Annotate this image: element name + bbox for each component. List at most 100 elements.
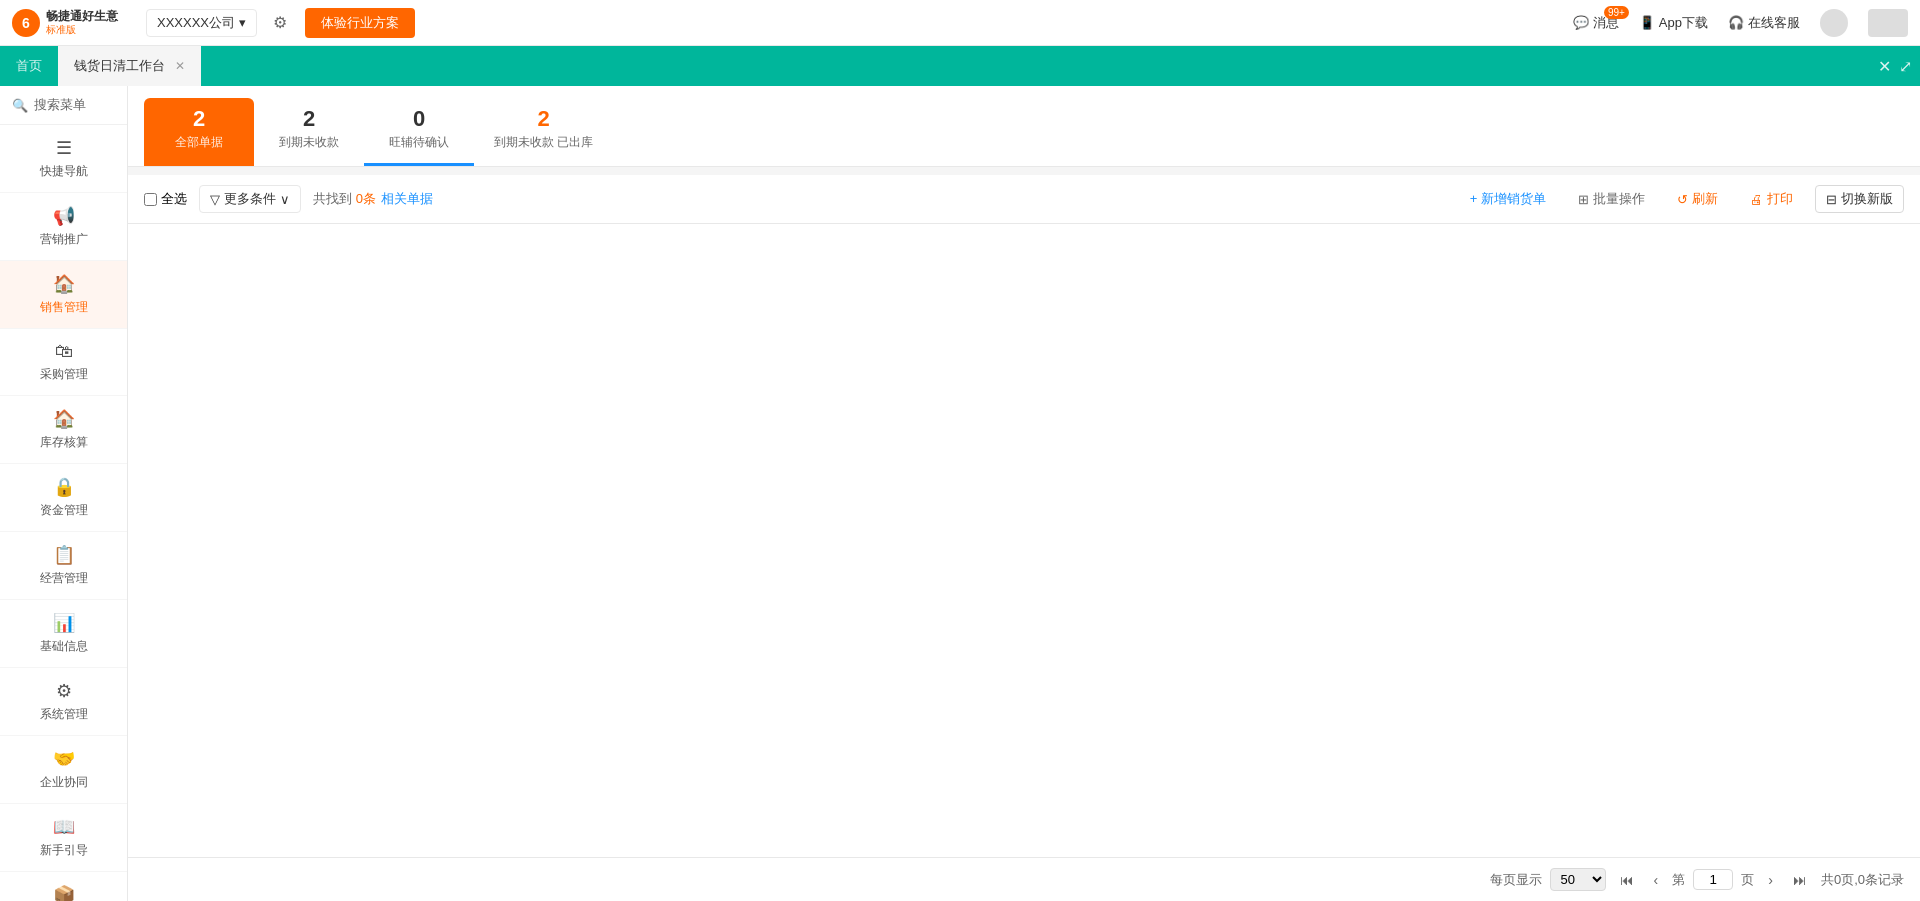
- stat-tab-overdue[interactable]: 2 到期未收款: [254, 98, 364, 166]
- system-icon: ⚙: [56, 680, 72, 702]
- sidebar-item-finance[interactable]: 🔒 资金管理: [0, 464, 127, 532]
- page-total: 共0页,0条记录: [1821, 871, 1904, 889]
- select-all-checkbox[interactable]: 全选: [144, 190, 187, 208]
- purchase-label: 采购管理: [40, 366, 88, 383]
- message-badge: 99+: [1604, 6, 1629, 19]
- select-all-label: 全选: [161, 190, 187, 208]
- finance-icon: 🔒: [53, 476, 75, 498]
- stat-overdue-label: 到期未收款: [279, 134, 339, 151]
- app-center-icon: 📦: [53, 884, 75, 901]
- message-btn[interactable]: 💬 消息 99+: [1573, 14, 1619, 32]
- switch-label: 切换新版: [1841, 190, 1893, 208]
- purchase-icon: 🛍: [55, 341, 73, 362]
- pagination: 每页显示 50 100 200 ⏮ ‹ 第 1 页 › ⏭ 共0页,0条记录: [128, 857, 1920, 901]
- sidebar-item-marketing[interactable]: 📢 营销推广: [0, 193, 127, 261]
- switch-version-btn[interactable]: ⊟ 切换新版: [1815, 185, 1904, 213]
- found-count: 0条: [356, 191, 376, 206]
- toolbar-left: 全选 ▽ 更多条件 ∨ 共找到 0条 相关单据: [144, 185, 433, 213]
- header-left: 6 畅捷通好生意 标准版 XXXXXX公司 ▾ ⚙ 体验行业方案: [12, 8, 415, 38]
- stat-tab-shipped[interactable]: 2 到期未收款 已出库: [474, 98, 613, 166]
- app-icon: 📱: [1639, 15, 1655, 30]
- tab-home[interactable]: 首页: [0, 46, 58, 86]
- related-link[interactable]: 相关单据: [381, 191, 433, 206]
- inventory-label: 库存核算: [40, 434, 88, 451]
- sidebar-item-app-center[interactable]: 📦 应用中心: [0, 872, 127, 901]
- next-page-btn[interactable]: ›: [1762, 870, 1779, 890]
- stat-all-number: 2: [193, 106, 205, 132]
- finance-label: 资金管理: [40, 502, 88, 519]
- refresh-btn[interactable]: ↺ 刷新: [1667, 186, 1728, 212]
- stat-all-label: 全部单据: [175, 134, 223, 151]
- tab-close-all-icon[interactable]: ✕: [1878, 57, 1891, 76]
- page-suffix: 页: [1741, 871, 1754, 889]
- quick-nav-label: 快捷导航: [40, 163, 88, 180]
- refresh-icon: ↺: [1677, 192, 1688, 207]
- sidebar-item-inventory[interactable]: 🏠 库存核算: [0, 396, 127, 464]
- online-service-btn[interactable]: 🎧 在线客服: [1728, 14, 1800, 32]
- quick-nav-icon: ☰: [56, 137, 72, 159]
- tab-close-icon[interactable]: ✕: [175, 59, 185, 73]
- content-area: 2 全部单据 2 到期未收款 0 旺辅待确认 2 到期未收款 已出库 全选: [128, 86, 1920, 901]
- app-download-btn[interactable]: 📱 App下载: [1639, 14, 1708, 32]
- stat-tab-all[interactable]: 2 全部单据: [144, 98, 254, 166]
- sidebar-item-sales[interactable]: 🏠 销售管理: [0, 261, 127, 329]
- marketing-label: 营销推广: [40, 231, 88, 248]
- first-page-btn[interactable]: ⏮: [1614, 870, 1640, 890]
- sales-label: 销售管理: [40, 299, 88, 316]
- system-label: 系统管理: [40, 706, 88, 723]
- user-name-area: [1868, 9, 1908, 37]
- prev-page-btn[interactable]: ‹: [1648, 870, 1665, 890]
- top-header: 6 畅捷通好生意 标准版 XXXXXX公司 ▾ ⚙ 体验行业方案 💬 消息 99…: [0, 0, 1920, 46]
- search-icon: 🔍: [12, 98, 28, 113]
- sidebar-item-operations[interactable]: 📋 经营管理: [0, 532, 127, 600]
- print-btn[interactable]: 🖨 打印: [1740, 186, 1803, 212]
- inventory-icon: 🏠: [53, 408, 75, 430]
- operations-label: 经营管理: [40, 570, 88, 587]
- app-download-label: App下载: [1659, 14, 1708, 32]
- select-all-input[interactable]: [144, 193, 157, 206]
- stat-overdue-number: 2: [303, 106, 315, 132]
- stat-tab-pending[interactable]: 0 旺辅待确认: [364, 98, 474, 166]
- sidebar-item-purchase[interactable]: 🛍 采购管理: [0, 329, 127, 396]
- page-size-select[interactable]: 50 100 200: [1550, 868, 1606, 891]
- stat-shipped-label: 到期未收款 已出库: [494, 134, 593, 151]
- filter-btn[interactable]: ▽ 更多条件 ∨: [199, 185, 301, 213]
- tab-bar: 首页 钱货日清工作台 ✕ ✕ ⤢: [0, 46, 1920, 86]
- enterprise-icon: 🤝: [53, 748, 75, 770]
- table-area: [128, 224, 1920, 857]
- operations-icon: 📋: [53, 544, 75, 566]
- sidebar-item-enterprise[interactable]: 🤝 企业协同: [0, 736, 127, 804]
- tab-expand-icon[interactable]: ⤢: [1899, 57, 1912, 76]
- stat-pending-number: 0: [413, 106, 425, 132]
- message-icon: 💬: [1573, 15, 1589, 30]
- batch-icon: ⊞: [1578, 192, 1589, 207]
- last-page-btn[interactable]: ⏭: [1787, 870, 1813, 890]
- try-industry-btn[interactable]: 体验行业方案: [305, 8, 415, 38]
- sidebar-item-guide[interactable]: 📖 新手引导: [0, 804, 127, 872]
- settings-icon[interactable]: ⚙: [273, 13, 287, 32]
- avatar[interactable]: [1820, 9, 1848, 37]
- toolbar: 全选 ▽ 更多条件 ∨ 共找到 0条 相关单据 + 新增销货单 ⊞ 批量操作: [128, 175, 1920, 224]
- sidebar-item-base-info[interactable]: 📊 基础信息: [0, 600, 127, 668]
- online-service-label: 在线客服: [1748, 14, 1800, 32]
- sidebar-search[interactable]: 🔍 搜索菜单: [0, 86, 127, 125]
- tab-workbench-label: 钱货日清工作台: [74, 57, 165, 75]
- page-input[interactable]: 1: [1693, 869, 1733, 890]
- page-size-label: 每页显示: [1490, 871, 1542, 889]
- stat-pending-label: 旺辅待确认: [389, 134, 449, 151]
- sidebar-item-quick-nav[interactable]: ☰ 快捷导航: [0, 125, 127, 193]
- tab-workbench[interactable]: 钱货日清工作台 ✕: [58, 46, 201, 86]
- filter-label: 更多条件: [224, 190, 276, 208]
- filter-icon: ▽: [210, 192, 220, 207]
- add-sales-btn[interactable]: + 新增销货单: [1460, 186, 1556, 212]
- found-text: 共找到 0条 相关单据: [313, 190, 433, 208]
- marketing-icon: 📢: [53, 205, 75, 227]
- batch-btn[interactable]: ⊞ 批量操作: [1568, 186, 1655, 212]
- sidebar-item-system[interactable]: ⚙ 系统管理: [0, 668, 127, 736]
- base-info-label: 基础信息: [40, 638, 88, 655]
- company-selector[interactable]: XXXXXX公司 ▾: [146, 9, 257, 37]
- tab-bar-actions: ✕ ⤢: [1878, 57, 1912, 76]
- refresh-label: 刷新: [1692, 190, 1718, 208]
- sales-icon: 🏠: [53, 273, 75, 295]
- enterprise-label: 企业协同: [40, 774, 88, 791]
